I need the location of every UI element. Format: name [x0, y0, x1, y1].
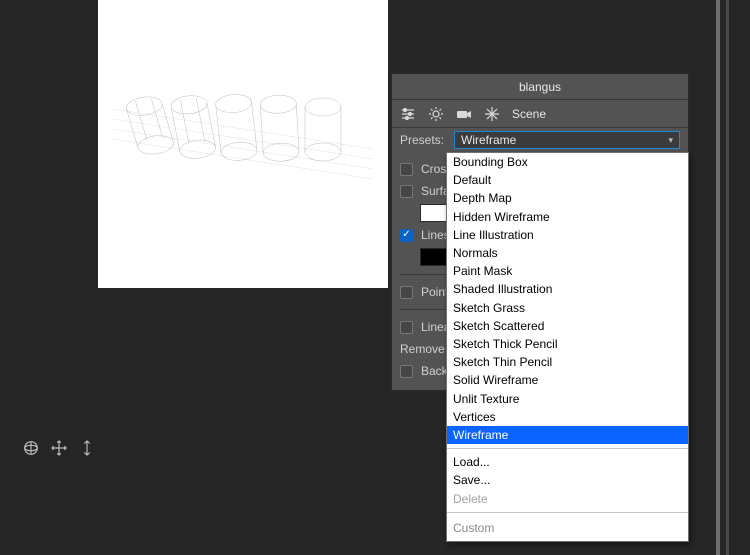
chevron-down-icon: ▾: [668, 135, 673, 146]
presets-select[interactable]: Wireframe ▾: [454, 131, 680, 149]
lines-color-swatch[interactable]: [420, 248, 448, 266]
pan-icon[interactable]: [50, 439, 68, 457]
dropdown-item[interactable]: Shaded Illustration: [447, 280, 688, 298]
checkbox-lines[interactable]: [400, 229, 413, 242]
dropdown-item[interactable]: Normals: [447, 244, 688, 262]
dropdown-divider: [447, 512, 688, 513]
dropdown-item[interactable]: Sketch Thin Pencil: [447, 353, 688, 371]
camera-icon[interactable]: [456, 106, 472, 122]
dolly-icon[interactable]: [78, 439, 96, 457]
panel-toolbar: Scene: [392, 100, 688, 128]
checkbox-linearize[interactable]: [400, 321, 413, 334]
checkbox-cross-section[interactable]: [400, 163, 413, 176]
dropdown-custom[interactable]: Custom: [447, 517, 688, 541]
checkbox-surface[interactable]: [400, 185, 413, 198]
viewport-manipulator-group: [22, 439, 96, 457]
dropdown-load[interactable]: Load...: [447, 453, 688, 471]
dropdown-item[interactable]: Paint Mask: [447, 262, 688, 280]
sliders-icon[interactable]: [400, 106, 416, 122]
orbit-icon[interactable]: [22, 439, 40, 457]
dropdown-item[interactable]: Default: [447, 171, 688, 189]
dropdown-item[interactable]: Hidden Wireframe: [447, 208, 688, 226]
presets-select-value: Wireframe: [461, 133, 516, 147]
panel-title: blangus: [392, 74, 688, 100]
dropdown-item[interactable]: Vertices: [447, 408, 688, 426]
dropdown-list: Bounding BoxDefaultDepth MapHidden Wiref…: [447, 153, 688, 444]
dropdown-item[interactable]: Wireframe: [447, 426, 688, 444]
dropdown-item[interactable]: Depth Map: [447, 189, 688, 207]
right-divider-2: [726, 0, 729, 555]
dropdown-divider: [447, 448, 688, 449]
presets-row: Presets: Wireframe ▾: [392, 128, 688, 152]
dropdown-item[interactable]: Line Illustration: [447, 226, 688, 244]
dropdown-item[interactable]: Unlit Texture: [447, 390, 688, 408]
mesh-icon[interactable]: [484, 106, 500, 122]
right-divider[interactable]: [716, 0, 720, 555]
dropdown-item[interactable]: Sketch Scattered: [447, 317, 688, 335]
dropdown-item[interactable]: Sketch Thick Pencil: [447, 335, 688, 353]
wireframe-model: [113, 79, 373, 209]
viewport[interactable]: [98, 0, 388, 288]
checkbox-backface[interactable]: [400, 365, 413, 378]
dropdown-delete: Delete: [447, 490, 688, 508]
light-icon[interactable]: [428, 106, 444, 122]
dropdown-item[interactable]: Bounding Box: [447, 153, 688, 171]
dropdown-item[interactable]: Sketch Grass: [447, 299, 688, 317]
surface-color-swatch[interactable]: [420, 204, 448, 222]
checkbox-points[interactable]: [400, 286, 413, 299]
dropdown-item[interactable]: Solid Wireframe: [447, 371, 688, 389]
presets-dropdown[interactable]: Bounding BoxDefaultDepth MapHidden Wiref…: [446, 152, 689, 542]
scene-label[interactable]: Scene: [512, 107, 546, 121]
dropdown-save[interactable]: Save...: [447, 471, 688, 489]
presets-label: Presets:: [400, 133, 444, 147]
